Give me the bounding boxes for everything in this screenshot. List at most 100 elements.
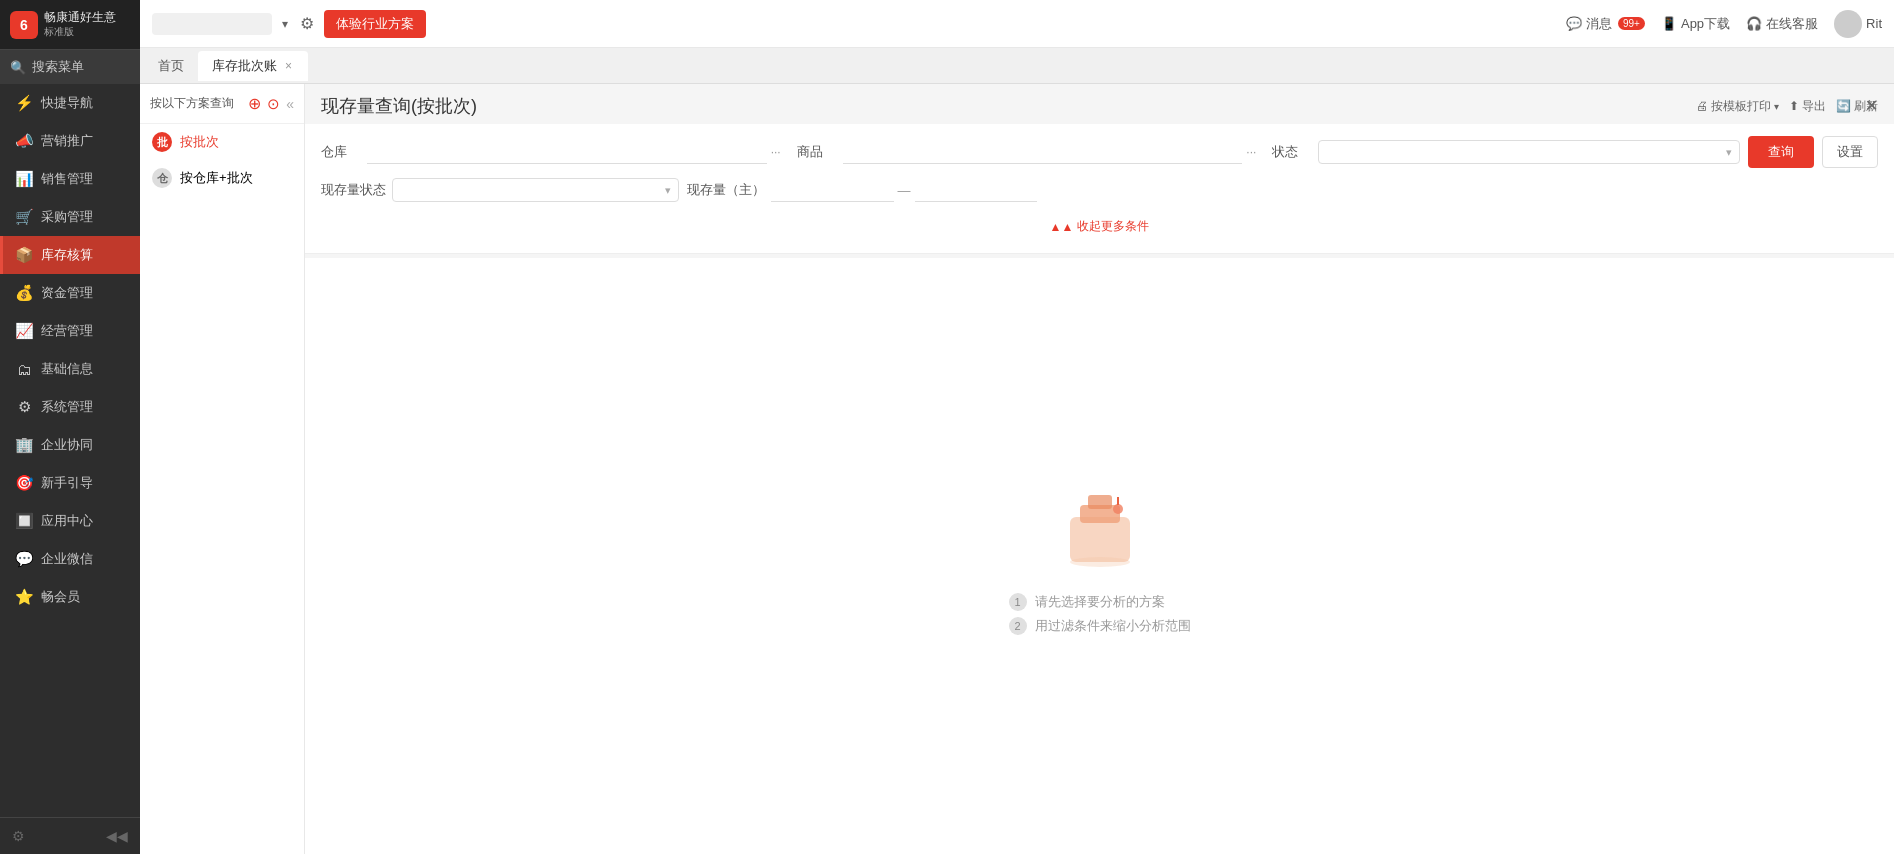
scheme-settings-button[interactable]: ⊙	[267, 95, 280, 113]
basics-icon: 🗂	[15, 360, 33, 378]
status-select[interactable]	[1318, 140, 1740, 164]
sidebar-item-label: 库存核算	[41, 246, 93, 264]
svg-point-4	[1113, 504, 1123, 514]
refresh-icon: 🔄	[1836, 99, 1851, 113]
messages-label: 消息	[1586, 15, 1612, 33]
print-dropdown-icon: ▾	[1774, 101, 1779, 112]
print-icon: 🖨	[1696, 99, 1708, 113]
product-more-button[interactable]: ···	[1246, 145, 1256, 159]
status-dropdown: ▾	[1318, 140, 1732, 164]
topbar: ▾ ⚙ 体验行业方案 💬 消息 99+ 📱 App下载 🎧 在线客服 Rit	[140, 0, 1894, 48]
tab-close-button[interactable]: ×	[283, 59, 294, 73]
sidebar-settings-button[interactable]: ⚙	[12, 828, 25, 844]
sidebar-item-system[interactable]: ⚙ 系统管理	[0, 388, 140, 426]
sidebar: 6 畅康通好生意 标准版 🔍 搜索菜单 ⚡ 快捷导航 📣 营销推广 📊 销售管理…	[0, 0, 140, 854]
sidebar-item-sales[interactable]: 📊 销售管理	[0, 160, 140, 198]
search-label: 搜索菜单	[32, 58, 84, 76]
sidebar-item-shortcut[interactable]: ⚡ 快捷导航	[0, 84, 140, 122]
query-button[interactable]: 查询	[1748, 136, 1814, 168]
online-service-label: 在线客服	[1766, 15, 1818, 33]
page-title: 现存量查询(按批次)	[321, 94, 477, 118]
main-area: ▾ ⚙ 体验行业方案 💬 消息 99+ 📱 App下载 🎧 在线客服 Rit	[140, 0, 1894, 854]
sidebar-item-marketing[interactable]: 📣 营销推广	[0, 122, 140, 160]
tip-num-2: 2	[1009, 617, 1027, 635]
tip-num-1: 1	[1009, 593, 1027, 611]
sidebar-item-label: 企业协同	[41, 436, 93, 454]
scheme-item-label-batch: 按批次	[180, 133, 219, 151]
settings-outline-button[interactable]: 设置	[1822, 136, 1878, 168]
tab-inventory-batch[interactable]: 库存批次账 ×	[198, 51, 308, 81]
print-label: 按模板打印	[1711, 98, 1771, 115]
logo-icon: 6	[10, 11, 38, 39]
add-scheme-button[interactable]: ⊕	[248, 94, 261, 113]
tip-item-2: 2 用过滤条件来缩小分析范围	[1009, 617, 1191, 635]
warehouse-input[interactable]	[367, 140, 767, 164]
sidebar-item-label: 应用中心	[41, 512, 93, 530]
sidebar-item-apps[interactable]: 🔲 应用中心	[0, 502, 140, 540]
topbar-right: 💬 消息 99+ 📱 App下载 🎧 在线客服 Rit	[1566, 10, 1882, 38]
sidebar-item-finance[interactable]: 💰 资金管理	[0, 274, 140, 312]
shortcut-icon: ⚡	[15, 94, 33, 112]
quantity-from-input[interactable]	[771, 178, 894, 202]
avatar-image	[1834, 10, 1862, 38]
search-icon: 🔍	[10, 60, 26, 75]
quantity-dash: —	[898, 183, 911, 198]
purchase-icon: 🛒	[15, 208, 33, 226]
table-area: 1 请先选择要分析的方案 2 用过滤条件来缩小分析范围	[305, 258, 1894, 854]
user-avatar[interactable]: Rit	[1834, 10, 1882, 38]
tip-item-1: 1 请先选择要分析的方案	[1009, 593, 1191, 611]
operations-icon: 📈	[15, 322, 33, 340]
inventory-status-label: 现存量状态	[321, 181, 386, 199]
sidebar-item-purchase[interactable]: 🛒 采购管理	[0, 198, 140, 236]
page-header: 现存量查询(按批次) 🖨 按模板打印 ▾ ⬆ 导出 🔄 刷新	[305, 84, 1894, 124]
tip-text-1: 请先选择要分析的方案	[1035, 593, 1165, 611]
empty-illustration	[1050, 477, 1150, 577]
topbar-settings-button[interactable]: ⚙	[298, 12, 316, 35]
sidebar-item-operations[interactable]: 📈 经营管理	[0, 312, 140, 350]
action-buttons: 查询 设置	[1748, 136, 1878, 168]
sidebar-item-label: 企业微信	[41, 550, 93, 568]
app-download-button[interactable]: 📱 App下载	[1661, 15, 1730, 33]
inventory-status-select[interactable]	[392, 178, 679, 202]
sidebar-collapse-button[interactable]: ◀◀	[106, 828, 128, 844]
tab-inventory-batch-label: 库存批次账	[212, 57, 277, 75]
print-button[interactable]: 🖨 按模板打印 ▾	[1696, 98, 1779, 115]
quantity-to-input[interactable]	[915, 178, 1038, 202]
export-button[interactable]: ⬆ 导出	[1789, 98, 1826, 115]
sidebar-item-enterprise[interactable]: 🏢 企业协同	[0, 426, 140, 464]
messages-button[interactable]: 💬 消息 99+	[1566, 15, 1645, 33]
sidebar-item-guide[interactable]: 🎯 新手引导	[0, 464, 140, 502]
svg-rect-2	[1088, 495, 1112, 509]
inventory-status-filter-field: 现存量状态 ▾	[321, 178, 671, 202]
main-close-button[interactable]: ✕	[1865, 96, 1878, 115]
try-industry-button[interactable]: 体验行业方案	[324, 10, 426, 38]
scheme-item-batch[interactable]: 批 按批次	[140, 124, 304, 160]
tab-home[interactable]: 首页	[144, 51, 198, 81]
sidebar-item-label: 快捷导航	[41, 94, 93, 112]
collapse-scheme-panel-button[interactable]: «	[286, 96, 294, 112]
sidebar-item-label: 营销推广	[41, 132, 93, 150]
online-service-button[interactable]: 🎧 在线客服	[1746, 15, 1818, 33]
topbar-dropdown-button[interactable]: ▾	[280, 15, 290, 33]
message-icon: 💬	[1566, 16, 1582, 31]
app-name: 畅康通好生意	[44, 10, 116, 26]
sidebar-search[interactable]: 🔍 搜索菜单	[0, 50, 140, 84]
sidebar-item-basics[interactable]: 🗂 基础信息	[0, 350, 140, 388]
product-input[interactable]	[843, 140, 1243, 164]
export-label: 导出	[1802, 98, 1826, 115]
scheme-item-warehouse-batch[interactable]: 仓 按仓库+批次	[140, 160, 304, 196]
empty-state: 1 请先选择要分析的方案 2 用过滤条件来缩小分析范围	[1009, 477, 1191, 635]
sidebar-item-label: 新手引导	[41, 474, 93, 492]
sidebar-item-wechat[interactable]: 💬 企业微信	[0, 540, 140, 578]
status-label: 状态	[1272, 143, 1312, 161]
tab-home-label: 首页	[158, 57, 184, 75]
sidebar-nav: ⚡ 快捷导航 📣 营销推广 📊 销售管理 🛒 采购管理 📦 库存核算 💰 资金管…	[0, 84, 140, 817]
topbar-search-input[interactable]	[152, 13, 272, 35]
marketing-icon: 📣	[15, 132, 33, 150]
app-download-icon: 📱	[1661, 16, 1677, 31]
sidebar-item-inventory[interactable]: 📦 库存核算	[0, 236, 140, 274]
warehouse-more-button[interactable]: ···	[771, 145, 781, 159]
sidebar-item-member[interactable]: ⭐ 畅会员	[0, 578, 140, 616]
collapse-filter-button[interactable]: ▲▲ 收起更多条件	[1044, 212, 1156, 241]
sidebar-item-label: 经营管理	[41, 322, 93, 340]
